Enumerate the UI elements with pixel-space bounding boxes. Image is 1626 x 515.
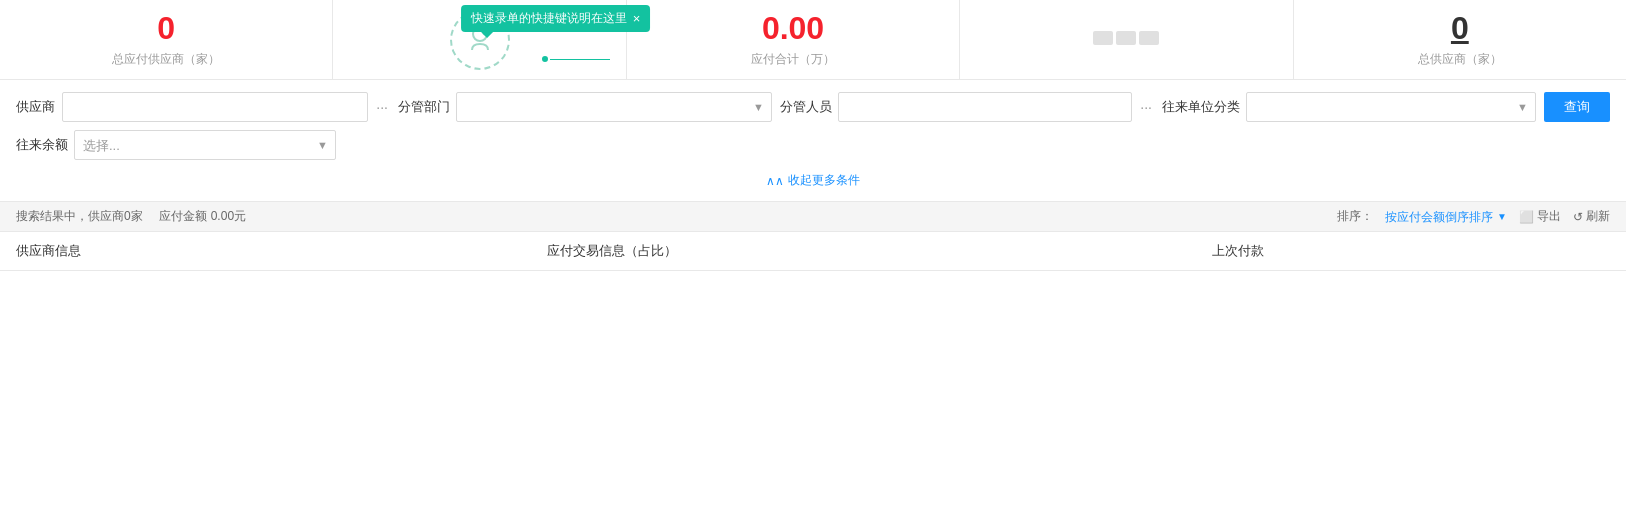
table-body <box>0 271 1626 515</box>
refresh-button[interactable]: ↺ 刷新 <box>1573 208 1610 225</box>
stat-payable-total: 0.00 应付合计（万） <box>627 0 960 79</box>
stat-label-payable: 总应付供应商（家） <box>112 51 220 68</box>
refresh-icon: ↺ <box>1573 210 1583 224</box>
supplier-input[interactable] <box>62 92 368 122</box>
collapse-row: ∧∧ 收起更多条件 <box>16 168 1610 193</box>
tooltip-dot <box>540 54 550 64</box>
tooltip-text: 快速录单的快捷键说明在这里 <box>471 10 627 27</box>
filter-person-label: 分管人员 <box>780 98 832 116</box>
col-header-supplier: 供应商信息 <box>16 242 547 260</box>
balance-select-wrapper: 选择... ▼ <box>74 130 336 160</box>
filter-unit-label: 往来单位分类 <box>1162 98 1240 116</box>
department-select[interactable] <box>456 92 772 122</box>
tooltip-close-button[interactable]: × <box>633 12 641 25</box>
unit-category-select[interactable] <box>1246 92 1536 122</box>
filter-balance: 往来余额 选择... ▼ <box>16 130 336 160</box>
export-icon: ⬜ <box>1519 210 1534 224</box>
query-button[interactable]: 查询 <box>1544 92 1610 122</box>
col-header-transaction: 应付交易信息（占比） <box>547 242 1211 260</box>
collapse-up-icon: ∧∧ <box>766 174 784 188</box>
department-select-wrapper: ▼ <box>456 92 772 122</box>
result-text: 搜索结果中，供应商0家 <box>16 209 143 223</box>
stat-number-suppliers: 0 <box>1451 11 1469 46</box>
refresh-label: 刷新 <box>1586 208 1610 225</box>
result-actions: 排序： 按应付会额倒序排序 ▼ ⬜ 导出 ↺ 刷新 <box>1337 208 1610 225</box>
filter-bar: 供应商 ··· 分管部门 ▼ 分管人员 ··· 往来单位分类 <box>0 80 1626 202</box>
stat-number-total: 0.00 <box>762 11 824 46</box>
balance-select[interactable]: 选择... <box>74 130 336 160</box>
filter-department-label: 分管部门 <box>398 98 450 116</box>
filter-supplier: 供应商 ··· <box>16 92 390 122</box>
tooltip-line <box>550 59 610 60</box>
person-more-icon[interactable]: ··· <box>1138 99 1154 115</box>
filter-department: 分管部门 ▼ <box>398 92 772 122</box>
stat-label-total: 应付合计（万） <box>751 51 835 68</box>
supplier-more-icon[interactable]: ··· <box>374 99 390 115</box>
filter-supplier-label: 供应商 <box>16 98 56 116</box>
filter-unit-category: 往来单位分类 ▼ <box>1162 92 1536 122</box>
stat-total-suppliers: 0 总供应商（家） <box>1294 0 1626 79</box>
filter-balance-label: 往来余额 <box>16 136 68 154</box>
stat-number-payable: 0 <box>157 11 175 46</box>
collapse-label: 收起更多条件 <box>788 172 860 189</box>
table-header: 供应商信息 应付交易信息（占比） 上次付款 <box>0 232 1626 271</box>
result-amount: 应付金额 0.00元 <box>159 209 246 223</box>
filter-row-1: 供应商 ··· 分管部门 ▼ 分管人员 ··· 往来单位分类 <box>16 92 1610 122</box>
stat-label-suppliers: 总供应商（家） <box>1418 51 1502 68</box>
stat-icon-area: 快速录单的快捷键说明在这里 × <box>333 0 626 79</box>
table-container: 供应商信息 应付交易信息（占比） 上次付款 <box>0 232 1626 515</box>
stat-placeholder-area <box>960 0 1293 79</box>
export-button[interactable]: ⬜ 导出 <box>1519 208 1561 225</box>
placeholder-rect-2 <box>1116 31 1136 45</box>
placeholder-rect-1 <box>1093 31 1113 45</box>
stat-total-payable-suppliers: 0 总应付供应商（家） <box>0 0 333 79</box>
placeholder-boxes <box>1093 31 1159 45</box>
collapse-button[interactable]: ∧∧ 收起更多条件 <box>750 168 876 193</box>
result-bar: 搜索结果中，供应商0家 应付金额 0.00元 排序： 按应付会额倒序排序 ▼ ⬜… <box>0 202 1626 232</box>
person-input[interactable] <box>838 92 1132 122</box>
placeholder-rect-3 <box>1139 31 1159 45</box>
result-summary: 搜索结果中，供应商0家 应付金额 0.00元 <box>16 208 246 225</box>
shortcut-tooltip: 快速录单的快捷键说明在这里 × <box>461 5 651 32</box>
stats-bar: 0 总应付供应商（家） 快速录单的快捷键说明在这里 × 0.00 应付合计（万） <box>0 0 1626 80</box>
sort-select-wrapper: 按应付会额倒序排序 ▼ <box>1385 210 1507 224</box>
col-header-payment: 上次付款 <box>1212 242 1611 260</box>
filter-person: 分管人员 ··· <box>780 92 1154 122</box>
sort-select[interactable]: 按应付会额倒序排序 <box>1385 210 1507 224</box>
unit-select-wrapper: ▼ <box>1246 92 1536 122</box>
export-label: 导出 <box>1537 208 1561 225</box>
sort-label: 排序： <box>1337 208 1373 225</box>
filter-row-2: 往来余额 选择... ▼ <box>16 130 1610 160</box>
